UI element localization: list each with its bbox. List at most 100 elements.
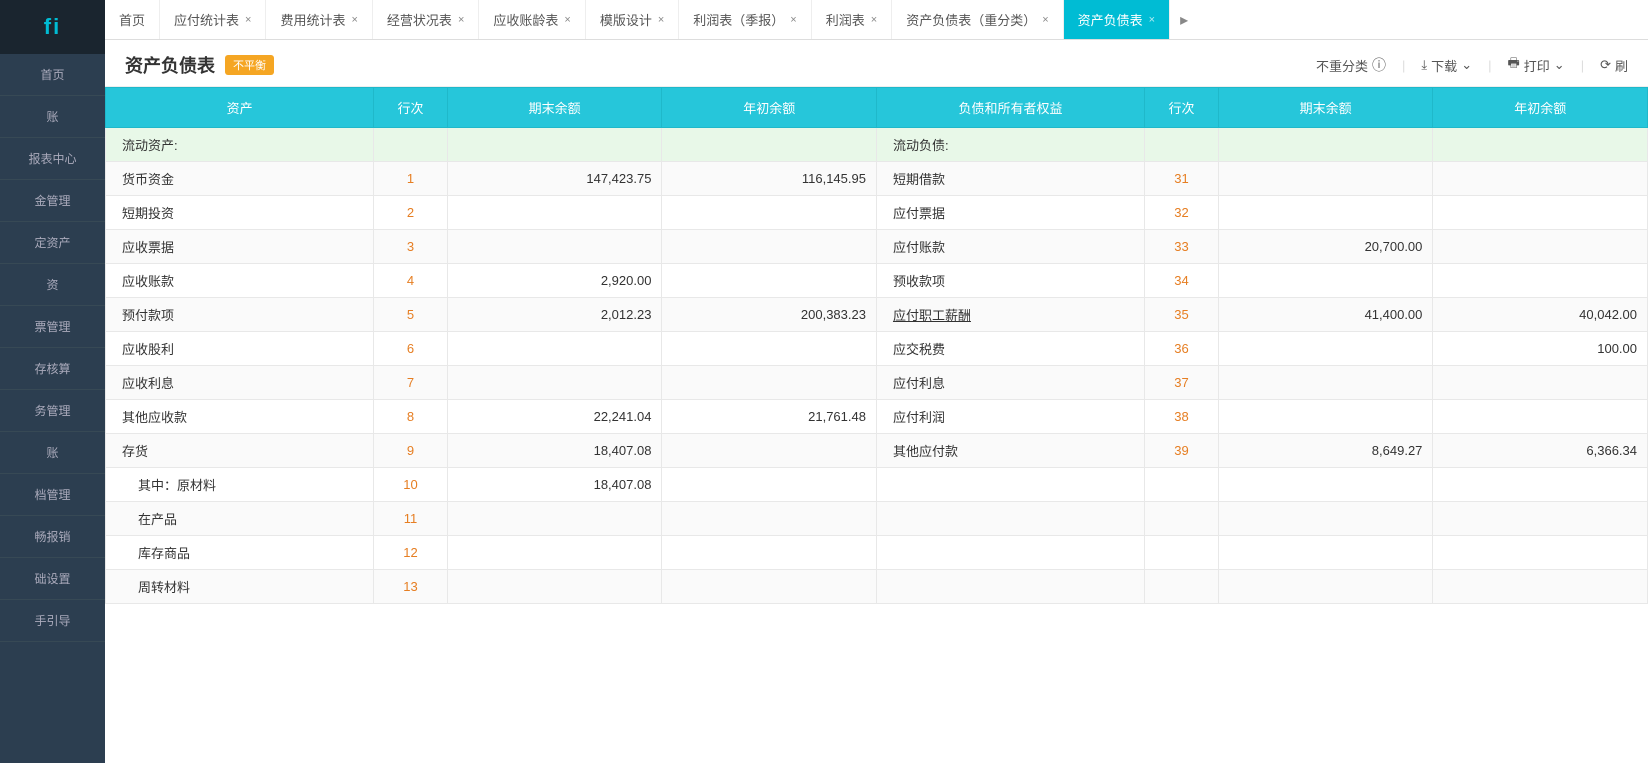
table-row[interactable]: 应收利息 7 应付利息 37 bbox=[106, 366, 1648, 400]
divider-3: | bbox=[1581, 58, 1584, 73]
sidebar-item-account[interactable]: 账 bbox=[0, 96, 105, 138]
tab-balance-reclassify[interactable]: 资产负债表（重分类） × bbox=[892, 0, 1063, 40]
cell-row-num: 6 bbox=[374, 332, 448, 366]
table-row[interactable]: 预付款项 5 2,012.23 200,383.23 应付职工薪酬 35 41,… bbox=[106, 298, 1648, 332]
table-row[interactable]: 应收股利 6 应交税费 36 100.00 bbox=[106, 332, 1648, 366]
tab-close-operation-status[interactable]: × bbox=[458, 14, 464, 26]
unbalanced-badge: 不平衡 bbox=[225, 55, 274, 75]
table-row[interactable]: 其中：原材料 10 18,407.08 bbox=[106, 468, 1648, 502]
table-row[interactable]: 在产品 11 bbox=[106, 502, 1648, 536]
tab-profit-quarterly[interactable]: 利润表（季报） × bbox=[679, 0, 811, 40]
sidebar-item-file[interactable]: 档管理 bbox=[0, 474, 105, 516]
tab-expense-stats[interactable]: 费用统计表 × bbox=[266, 0, 372, 40]
table-row[interactable]: 货币资金 1 147,423.75 116,145.95 短期借款 31 bbox=[106, 162, 1648, 196]
table-row[interactable]: 周转材料 13 bbox=[106, 570, 1648, 604]
cell-end-bal: 2,012.23 bbox=[447, 298, 662, 332]
table-row[interactable]: 应收票据 3 应付账款 33 20,700.00 bbox=[106, 230, 1648, 264]
page-title-area: 资产负债表 不平衡 bbox=[125, 52, 274, 78]
sidebar-item-asset[interactable]: 资 bbox=[0, 264, 105, 306]
tab-close-balance-reclassify[interactable]: × bbox=[1042, 14, 1048, 26]
cell-yr-bal bbox=[662, 502, 877, 536]
tab-balance[interactable]: 资产负债表 × bbox=[1064, 0, 1170, 40]
sidebar-item-invoice[interactable]: 票管理 bbox=[0, 306, 105, 348]
cell-end-bal2 bbox=[1218, 468, 1433, 502]
sidebar: fi 首页 账 报表中心 金管理 定资产 资 票管理 存核算 务管理 账 档管理… bbox=[0, 0, 105, 763]
cell-row-num2: 32 bbox=[1145, 196, 1219, 230]
cell-yr-bal: 200,383.23 bbox=[662, 298, 877, 332]
cell-liability: 应付利息 bbox=[876, 366, 1144, 400]
cell-yr-bal2 bbox=[1433, 264, 1648, 298]
table-row[interactable]: 存货 9 18,407.08 其他应付款 39 8,649.27 6,366.3… bbox=[106, 434, 1648, 468]
cell-row-num: 1 bbox=[374, 162, 448, 196]
cell-row-num2 bbox=[1145, 468, 1219, 502]
tab-close-profit-quarterly[interactable]: × bbox=[790, 14, 796, 26]
th-liability-equity: 负债和所有者权益 bbox=[876, 88, 1144, 128]
cell-liability: 应付利润 bbox=[876, 400, 1144, 434]
balance-sheet-table: 资产 行次 期末余额 年初余额 负债和所有者权益 行次 期末余额 年初余额 流动… bbox=[105, 87, 1648, 604]
cell-asset: 库存商品 bbox=[106, 536, 374, 570]
tab-template-design[interactable]: 模版设计 × bbox=[586, 0, 679, 40]
cell-yr-bal2 bbox=[1433, 468, 1648, 502]
th-year-start-balance2: 年初余额 bbox=[1433, 88, 1648, 128]
sidebar-item-inventory[interactable]: 存核算 bbox=[0, 348, 105, 390]
tab-close-balance[interactable]: × bbox=[1149, 14, 1155, 26]
cell-end-bal2 bbox=[1218, 196, 1433, 230]
cell-liability: 应交税费 bbox=[876, 332, 1144, 366]
tab-close-expense-stats[interactable]: × bbox=[351, 14, 357, 26]
tab-close-profit[interactable]: × bbox=[871, 14, 877, 26]
cell-liability: 短期借款 bbox=[876, 162, 1144, 196]
download-label: 下载 bbox=[1431, 56, 1457, 75]
cell-liability: 应付票据 bbox=[876, 196, 1144, 230]
cell-end-bal: 18,407.08 bbox=[447, 434, 662, 468]
cell-row-num2 bbox=[1145, 536, 1219, 570]
print-action[interactable]: 🖶 打印 ⌄ bbox=[1507, 54, 1564, 76]
sidebar-item-expense[interactable]: 畅报销 bbox=[0, 516, 105, 558]
cell-row-num2: 36 bbox=[1145, 332, 1219, 366]
cell-row-num2 bbox=[1145, 502, 1219, 536]
table-row[interactable]: 库存商品 12 bbox=[106, 536, 1648, 570]
cell-end-bal bbox=[447, 230, 662, 264]
sidebar-item-ledger[interactable]: 账 bbox=[0, 432, 105, 474]
table-row[interactable]: 应收账款 4 2,920.00 预收款项 34 bbox=[106, 264, 1648, 298]
sidebar-item-fund[interactable]: 金管理 bbox=[0, 180, 105, 222]
sidebar-item-home[interactable]: 首页 bbox=[0, 54, 105, 96]
cell-asset: 在产品 bbox=[106, 502, 374, 536]
section-liability-label: 流动负债: bbox=[876, 128, 1144, 162]
table-section-row: 流动资产: 流动负债: bbox=[106, 128, 1648, 162]
tab-close-ar-aging[interactable]: × bbox=[564, 14, 570, 26]
table-row[interactable]: 短期投资 2 应付票据 32 bbox=[106, 196, 1648, 230]
page-actions: 不重分类 ⓘ | ⤓ 下载 ⌄ | 🖶 打印 ⌄ | ⟳ 刷 bbox=[1316, 54, 1628, 76]
cell-end-bal2 bbox=[1218, 162, 1433, 196]
tab-payable-stats[interactable]: 应付统计表 × bbox=[160, 0, 266, 40]
tab-close-payable-stats[interactable]: × bbox=[245, 14, 251, 26]
tab-close-template-design[interactable]: × bbox=[658, 14, 664, 26]
sidebar-item-fixed-assets[interactable]: 定资产 bbox=[0, 222, 105, 264]
cell-yr-bal2 bbox=[1433, 502, 1648, 536]
sidebar-item-guide[interactable]: 手引导 bbox=[0, 600, 105, 642]
tab-ar-aging[interactable]: 应收账龄表 × bbox=[479, 0, 585, 40]
chevron-down-icon-2: ⌄ bbox=[1554, 57, 1565, 73]
cell-yr-bal2 bbox=[1433, 366, 1648, 400]
refresh-action[interactable]: ⟳ 刷 bbox=[1600, 56, 1628, 75]
th-end-balance: 期末余额 bbox=[447, 88, 662, 128]
sidebar-item-report-center[interactable]: 报表中心 bbox=[0, 138, 105, 180]
cell-end-bal bbox=[447, 366, 662, 400]
help-icon: ⓘ bbox=[1372, 55, 1386, 75]
th-row-num2: 行次 bbox=[1145, 88, 1219, 128]
tab-operation-status[interactable]: 经营状况表 × bbox=[373, 0, 479, 40]
sidebar-item-settings[interactable]: 础设置 bbox=[0, 558, 105, 600]
table-row[interactable]: 其他应收款 8 22,241.04 21,761.48 应付利润 38 bbox=[106, 400, 1648, 434]
cell-end-bal bbox=[447, 536, 662, 570]
refresh-label: 刷 bbox=[1615, 56, 1628, 75]
cell-yr-bal: 116,145.95 bbox=[662, 162, 877, 196]
tab-profit[interactable]: 利润表 × bbox=[812, 0, 892, 40]
tab-more-button[interactable]: ▸ bbox=[1170, 10, 1198, 30]
tab-home[interactable]: 首页 bbox=[105, 0, 160, 40]
cell-asset: 其他应收款 bbox=[106, 400, 374, 434]
cell-yr-bal bbox=[662, 468, 877, 502]
download-action[interactable]: ⤓ 下载 ⌄ bbox=[1421, 56, 1472, 75]
sidebar-item-task[interactable]: 务管理 bbox=[0, 390, 105, 432]
cell-row-num: 8 bbox=[374, 400, 448, 434]
cell-liability: 其他应付款 bbox=[876, 434, 1144, 468]
no-reclassify-action[interactable]: 不重分类 ⓘ bbox=[1316, 55, 1386, 75]
